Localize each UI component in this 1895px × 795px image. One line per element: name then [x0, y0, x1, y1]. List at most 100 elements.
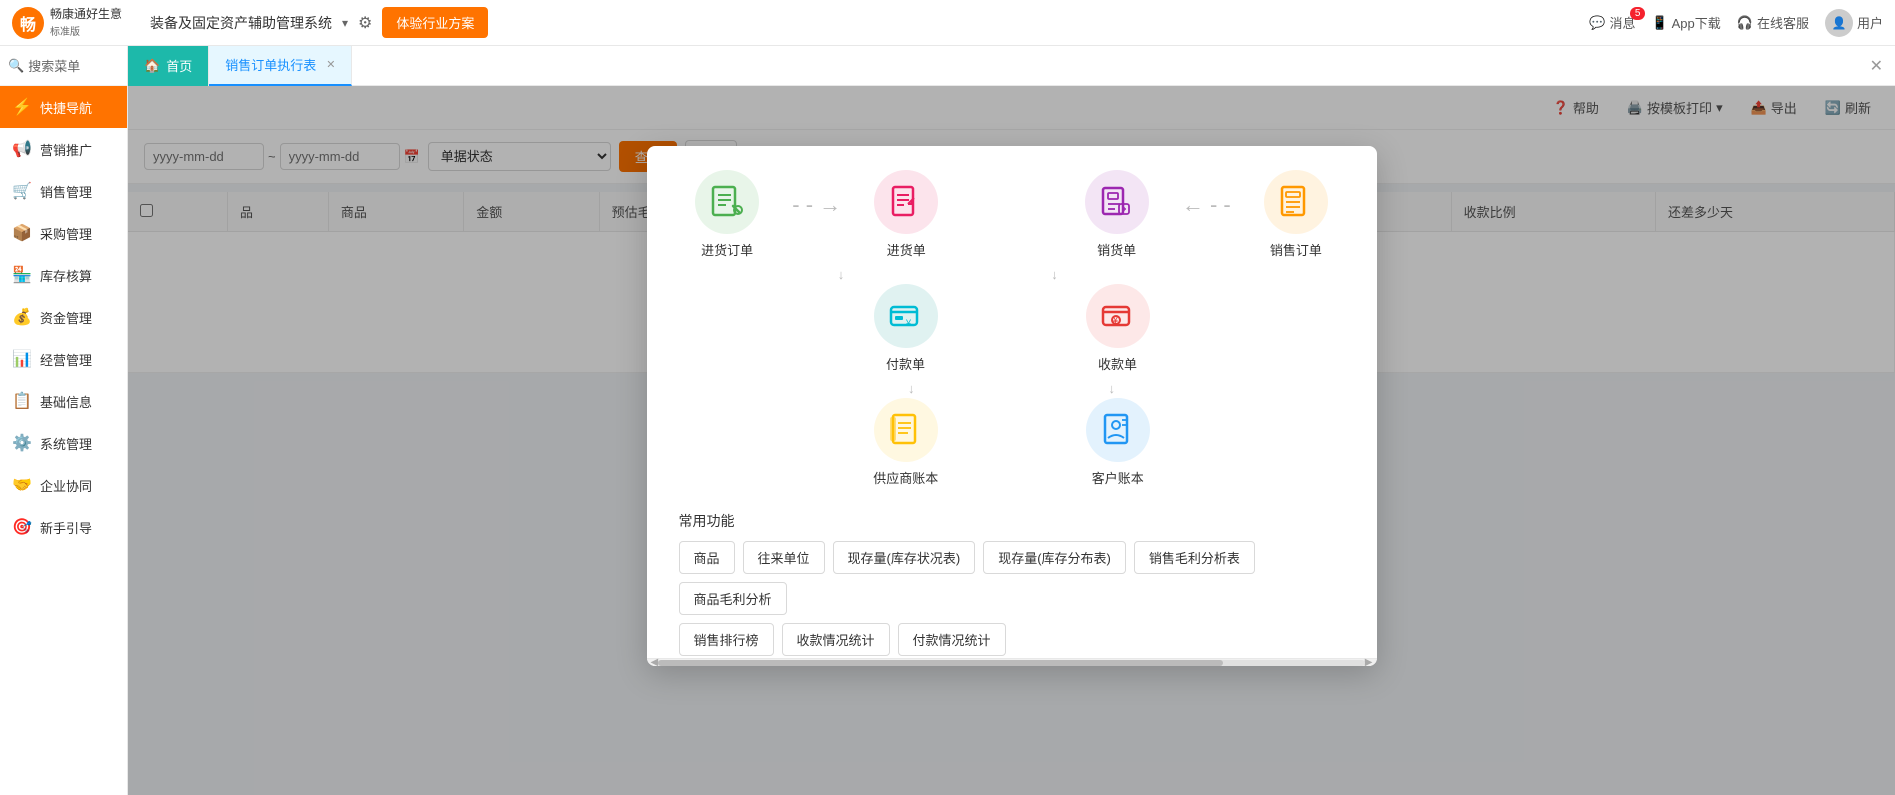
flow-diagram: 进货订单 - - → 进货单 [679, 170, 1345, 503]
sales-bill-label: 销货单 [1097, 240, 1136, 259]
home-icon: 🏠 [144, 58, 160, 74]
func-btn-sales-profit[interactable]: 销售毛利分析表 [1134, 541, 1255, 574]
purchase-icon: 📦 [12, 223, 32, 243]
online-service-item[interactable]: 🎧 在线客服 [1737, 13, 1809, 32]
func-btn-payment-stats[interactable]: 付款情况统计 [898, 623, 1006, 656]
sidebar-nav: ⚡ 快捷导航 📢 营销推广 🛒 销售管理 📦 采购管理 🏪 库存核算 [0, 86, 127, 795]
trial-button[interactable]: 体验行业方案 [382, 7, 488, 38]
sales-order-icon[interactable] [1264, 170, 1328, 234]
func-btn-stock-status[interactable]: 现存量(库存状况表) [833, 541, 976, 574]
func-btn-product[interactable]: 商品 [679, 541, 735, 574]
modal-overlay[interactable]: 进货订单 - - → 进货单 [128, 86, 1895, 795]
message-badge: 5 [1630, 7, 1646, 20]
scrollbar-track[interactable] [658, 660, 1365, 666]
operations-icon: 📊 [12, 349, 32, 369]
settings-icon[interactable]: ⚙ [358, 13, 372, 33]
scrollbar-thumb[interactable] [658, 660, 1223, 666]
arrow-left-1: ← - - [1182, 192, 1231, 218]
tab-close-icon[interactable]: ✕ [326, 58, 335, 71]
page-content: ❓ 帮助 🖨️ 按模板打印 ▾ 📤 导出 🔄 刷新 [128, 86, 1895, 795]
app-wrapper: 畅 畅康通好生意 标准版 装备及固定资产辅助管理系统 ▾ ⚙ 体验行业方案 💬 … [0, 0, 1895, 795]
func-btns-row2: 销售排行榜 收款情况统计 付款情况统计 [679, 623, 1345, 656]
sidebar-item-marketing[interactable]: 📢 营销推广 [0, 128, 127, 170]
headset-icon: 🎧 [1737, 15, 1753, 31]
func-btns-row1: 商品 往来单位 现存量(库存状况表) 现存量(库存分布表) 销售毛利分析表 商品… [679, 541, 1345, 615]
receipt-icon[interactable]: ¥ [1086, 284, 1150, 348]
basic-icon: 📋 [12, 391, 32, 411]
customer-ledger-icon[interactable] [1086, 398, 1150, 462]
func-btn-stock-dist[interactable]: 现存量(库存分布表) [983, 541, 1126, 574]
sidebar-item-label: 快捷导航 [40, 98, 92, 117]
svg-text:¥: ¥ [905, 318, 912, 328]
payment-label: 付款单 [886, 354, 925, 373]
node-purchase-order[interactable]: 进货订单 [695, 170, 759, 259]
sidebar-item-finance[interactable]: 💰 资金管理 [0, 296, 127, 338]
func-btn-partner[interactable]: 往来单位 [743, 541, 825, 574]
marketing-icon: 📢 [12, 139, 32, 159]
down-arrow-purchase: ↓ [838, 267, 845, 282]
tab-sales-order[interactable]: 销售订单执行表 ✕ [209, 46, 352, 86]
modal-dialog: 进货订单 - - → 进货单 [647, 146, 1377, 666]
sidebar-search[interactable]: 🔍 搜索菜单 [0, 46, 127, 86]
message-icon: 💬 [1589, 15, 1605, 31]
purchase-bill-icon[interactable] [874, 170, 938, 234]
scrollbar-left-arrow[interactable]: ◀ [651, 657, 659, 666]
logo-text-block: 畅康通好生意 标准版 [50, 7, 122, 38]
sidebar-item-operations[interactable]: 📊 经营管理 [0, 338, 127, 380]
func-btn-product-profit[interactable]: 商品毛利分析 [679, 582, 787, 615]
top-bar: 畅 畅康通好生意 标准版 装备及固定资产辅助管理系统 ▾ ⚙ 体验行业方案 💬 … [0, 0, 1895, 46]
sidebar-item-sales[interactable]: 🛒 销售管理 [0, 170, 127, 212]
user-item[interactable]: 👤 用户 [1825, 9, 1883, 37]
sidebar-item-quick-nav[interactable]: ⚡ 快捷导航 [0, 86, 127, 128]
logo-icon: 畅 [12, 7, 44, 39]
sidebar-item-inventory[interactable]: 🏪 库存核算 [0, 254, 127, 296]
sales-bill-icon[interactable] [1085, 170, 1149, 234]
modal-scrollbar[interactable]: ◀ ▶ [647, 658, 1377, 666]
purchase-bill-label: 进货单 [887, 240, 926, 259]
sidebar-item-label: 基础信息 [40, 392, 92, 411]
node-receipt[interactable]: ¥ 收款单 [1086, 284, 1150, 373]
supplier-ledger-label: 供应商账本 [873, 468, 938, 487]
common-functions: 常用功能 商品 往来单位 现存量(库存状况表) 现存量(库存分布表) 销售毛利分… [679, 511, 1345, 656]
sidebar-item-label: 营销推广 [40, 140, 92, 159]
node-sales-order[interactable]: 销售订单 [1264, 170, 1328, 259]
message-icon-item[interactable]: 💬 消息 5 [1589, 13, 1635, 32]
node-purchase-bill[interactable]: 进货单 [874, 170, 938, 259]
app-download-label: App下载 [1672, 13, 1721, 32]
sidebar-item-label: 销售管理 [40, 182, 92, 201]
func-btn-sales-rank[interactable]: 销售排行榜 [679, 623, 774, 656]
tab-home-label: 首页 [166, 56, 192, 75]
tab-home[interactable]: 🏠 首页 [128, 46, 209, 86]
node-supplier-ledger[interactable]: 供应商账本 [873, 398, 938, 487]
top-right-area: 💬 消息 5 📱 App下载 🎧 在线客服 👤 用户 [1589, 9, 1883, 37]
sidebar-item-system[interactable]: ⚙️ 系统管理 [0, 422, 127, 464]
purchase-order-label: 进货订单 [701, 240, 753, 259]
sidebar-item-newbie[interactable]: 🎯 新手引导 [0, 506, 127, 548]
node-payment[interactable]: ¥ 付款单 [874, 284, 938, 373]
receipt-label: 收款单 [1098, 354, 1137, 373]
user-avatar: 👤 [1825, 9, 1853, 37]
sidebar-search-inner[interactable]: 🔍 搜索菜单 [8, 56, 119, 75]
sidebar-item-label: 库存核算 [40, 266, 92, 285]
finance-icon: 💰 [12, 307, 32, 327]
sidebar-item-basic[interactable]: 📋 基础信息 [0, 380, 127, 422]
sidebar-item-label: 新手引导 [40, 518, 92, 537]
sales-icon: 🛒 [12, 181, 32, 201]
payment-icon[interactable]: ¥ [874, 284, 938, 348]
app-download-item[interactable]: 📱 App下载 [1651, 13, 1720, 32]
online-service-label: 在线客服 [1757, 13, 1809, 32]
node-sales-bill[interactable]: 销货单 [1085, 170, 1149, 259]
down-arrow-payment: ↓ [908, 381, 915, 396]
scrollbar-right-arrow[interactable]: ▶ [1365, 657, 1373, 666]
node-customer-ledger[interactable]: 客户账本 [1086, 398, 1150, 487]
logo-text: 畅康通好生意 [50, 7, 122, 23]
dropdown-arrow-icon[interactable]: ▾ [342, 16, 348, 30]
sidebar: 🔍 搜索菜单 ⚡ 快捷导航 📢 营销推广 🛒 销售管理 📦 [0, 46, 128, 795]
sidebar-item-label: 采购管理 [40, 224, 92, 243]
supplier-ledger-icon[interactable] [874, 398, 938, 462]
func-btn-receipt-stats[interactable]: 收款情况统计 [782, 623, 890, 656]
purchase-order-icon[interactable] [695, 170, 759, 234]
close-all-icon[interactable]: ✕ [1870, 56, 1895, 76]
sidebar-item-enterprise[interactable]: 🤝 企业协同 [0, 464, 127, 506]
sidebar-item-purchase[interactable]: 📦 采购管理 [0, 212, 127, 254]
